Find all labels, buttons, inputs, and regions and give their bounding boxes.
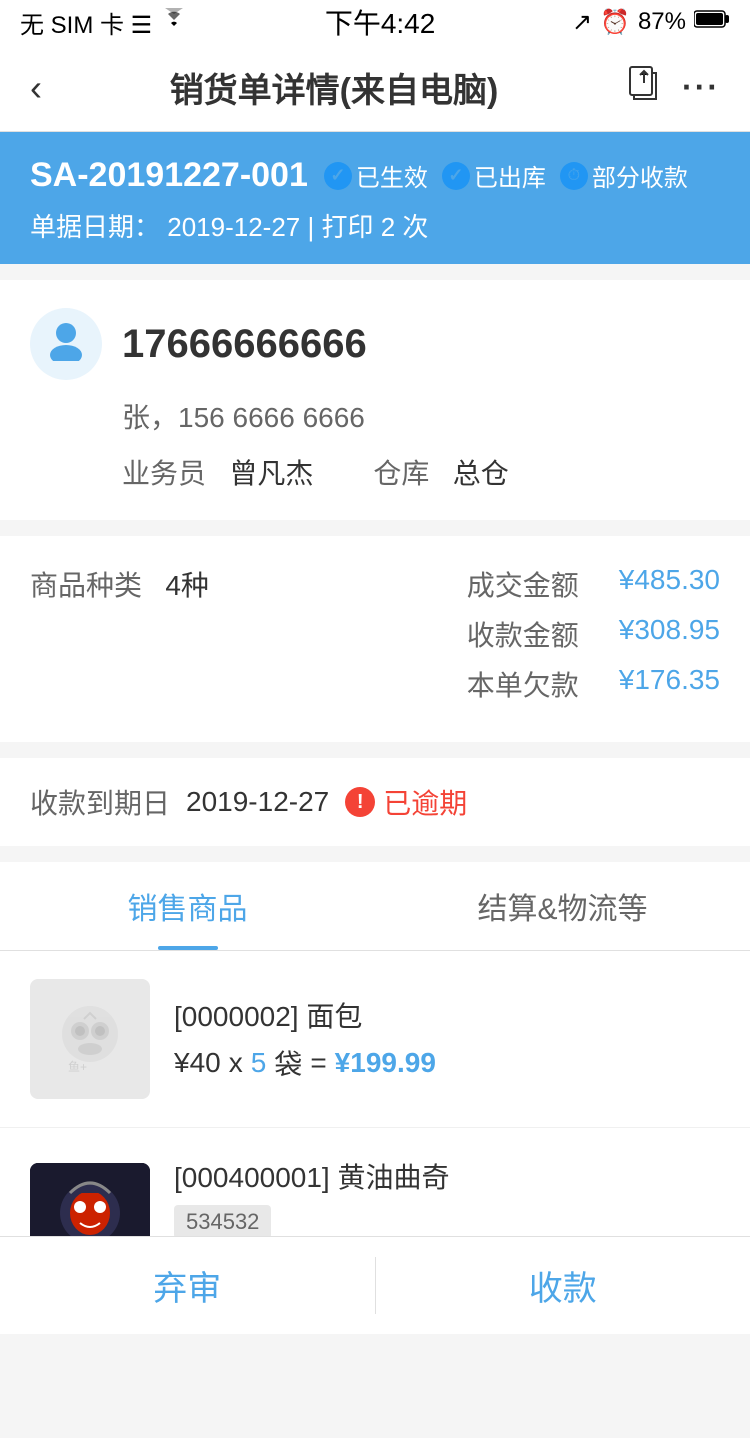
owed-label: 本单欠款: [467, 664, 579, 704]
svg-text:鱼+: 鱼+: [68, 1060, 87, 1074]
due-date-section: 收款到期日 2019-12-27 ! 已逾期: [0, 758, 750, 846]
order-meta: 单据日期： 2019-12-27 | 打印 2 次: [30, 207, 720, 244]
order-header: SA-20191227-001 ✓ 已生效 ✓ 已出库 ⏱ 部分收款: [0, 132, 750, 264]
order-meta-separator: | 打印: [307, 212, 380, 242]
collect-button[interactable]: 收款: [376, 1237, 750, 1334]
order-print-unit: 次: [402, 212, 428, 242]
price-unit-1: 袋: [274, 1043, 302, 1083]
overdue-dot-icon: !: [345, 787, 375, 817]
warehouse-value: 总仓: [453, 458, 509, 489]
tab-products[interactable]: 销售商品: [0, 862, 375, 950]
order-id: SA-20191227-001: [30, 156, 308, 195]
cancel-label: 弃审: [153, 1261, 221, 1310]
product-title-2: 黄油曲奇: [338, 1162, 450, 1193]
transaction-value: ¥485.30: [619, 564, 720, 604]
product-types-value: 4种: [165, 570, 209, 601]
product-price-1: ¥40 x 5 袋 = ¥199.99: [174, 1043, 720, 1083]
badge-partial: ⏱ 部分收款: [560, 158, 688, 193]
product-thumb-1: 鱼+: [30, 979, 150, 1099]
summary-right: 成交金额 ¥485.30 收款金额 ¥308.95 本单欠款 ¥176.35: [467, 564, 720, 714]
order-meta-date: 2019-12-27: [167, 212, 300, 242]
summary-row-transaction: 成交金额 ¥485.30: [467, 564, 720, 604]
tab-settlement[interactable]: 结算&物流等: [375, 862, 750, 950]
status-left: 无 SIM 卡 ☰: [20, 5, 188, 40]
nav-actions: ···: [626, 65, 720, 110]
avatar-icon: [44, 317, 88, 372]
avatar: [30, 308, 102, 380]
customer-top: 17666666666: [30, 308, 720, 380]
cancel-button[interactable]: 弃审: [0, 1237, 375, 1334]
received-value: ¥308.95: [619, 614, 720, 654]
product-name-2: [000400001] 黄油曲奇: [174, 1156, 720, 1196]
order-print-count: 2: [381, 212, 395, 242]
price-eq-1: =: [310, 1047, 326, 1079]
location-icon: ↗: [572, 8, 592, 37]
summary-section: 商品种类 4种 成交金额 ¥485.30 收款金额 ¥308.95 本单欠款 ¥…: [0, 536, 750, 742]
nav-bar: ‹ 销货单详情(来自电脑) ···: [0, 44, 750, 132]
battery-icon: [694, 8, 730, 36]
order-meta-date-label: 单据日期：: [30, 212, 160, 242]
salesman-value: 曾凡杰: [229, 458, 313, 489]
check-icon-active: ✓: [324, 162, 352, 190]
tab-products-label: 销售商品: [128, 884, 248, 928]
salesman-section: 业务员 曾凡杰: [122, 452, 313, 492]
warehouse-section: 仓库 总仓: [373, 452, 508, 492]
price-base-1: ¥40: [174, 1047, 221, 1079]
summary-left: 商品种类 4种: [30, 564, 209, 604]
overdue-badge: ! 已逾期: [345, 782, 467, 822]
clock-icon-partial: ⏱: [560, 162, 588, 190]
product-info-1: [0000002] 面包 ¥40 x 5 袋 = ¥199.99: [174, 995, 720, 1083]
product-code-1: [0000002]: [174, 1001, 299, 1032]
product-title-1: 面包: [306, 1001, 362, 1032]
product-sku-2: 534532: [174, 1205, 271, 1239]
check-icon-shipped: ✓: [442, 162, 470, 190]
badge-shipped-label: 已出库: [474, 158, 546, 193]
customer-section: 17666666666 张，156 6666 6666 业务员 曾凡杰 仓库 总…: [0, 280, 750, 520]
owed-value: ¥176.35: [619, 664, 720, 704]
price-total-1: ¥199.99: [335, 1047, 436, 1079]
status-time: 下午4:42: [325, 2, 436, 42]
badge-partial-label: 部分收款: [592, 158, 688, 193]
sim-indicator: 无 SIM 卡 ☰: [20, 5, 152, 40]
salesman-label: 业务员: [122, 458, 206, 489]
customer-account-id: 17666666666: [122, 322, 367, 367]
wifi-icon: [160, 8, 188, 37]
transaction-label: 成交金额: [467, 564, 579, 604]
tab-settlement-label: 结算&物流等: [477, 884, 647, 928]
battery-percentage: 87%: [638, 8, 686, 36]
bottom-bar: 弃审 收款: [0, 1236, 750, 1334]
summary-row-received: 收款金额 ¥308.95: [467, 614, 720, 654]
order-badges: ✓ 已生效 ✓ 已出库 ⏱ 部分收款: [324, 158, 688, 193]
more-button[interactable]: ···: [682, 69, 720, 106]
customer-meta: 业务员 曾凡杰 仓库 总仓: [122, 452, 720, 492]
due-date-value: 2019-12-27: [186, 786, 329, 818]
product-code-2: [000400001]: [174, 1162, 330, 1193]
collect-label: 收款: [529, 1261, 597, 1310]
warehouse-label: 仓库: [373, 458, 429, 489]
overdue-text: 已逾期: [383, 782, 467, 822]
due-date-label: 收款到期日: [30, 782, 170, 822]
badge-active: ✓ 已生效: [324, 158, 428, 193]
back-button[interactable]: ‹: [30, 67, 42, 109]
status-right: ↗ ⏰ 87%: [572, 8, 730, 37]
tabs-section: 销售商品 结算&物流等: [0, 862, 750, 951]
badge-active-label: 已生效: [356, 158, 428, 193]
price-x-1: x: [229, 1047, 243, 1079]
share-button[interactable]: [626, 65, 662, 110]
product-types-label: 商品种类: [30, 570, 142, 601]
product-item: 鱼+ [0000002] 面包 ¥40 x 5 袋 = ¥199.99: [0, 951, 750, 1128]
alarm-icon: ⏰: [600, 8, 630, 37]
status-bar: 无 SIM 卡 ☰ 下午4:42 ↗ ⏰ 87%: [0, 0, 750, 44]
product-name-1: [0000002] 面包: [174, 995, 720, 1035]
tabs: 销售商品 结算&物流等: [0, 862, 750, 950]
received-label: 收款金额: [467, 614, 579, 654]
badge-shipped: ✓ 已出库: [442, 158, 546, 193]
summary-row-owed: 本单欠款 ¥176.35: [467, 664, 720, 704]
price-qty-1: 5: [251, 1047, 267, 1079]
page-title: 销货单详情(来自电脑): [170, 63, 499, 112]
customer-sub-name: 张，156 6666 6666: [122, 396, 720, 436]
